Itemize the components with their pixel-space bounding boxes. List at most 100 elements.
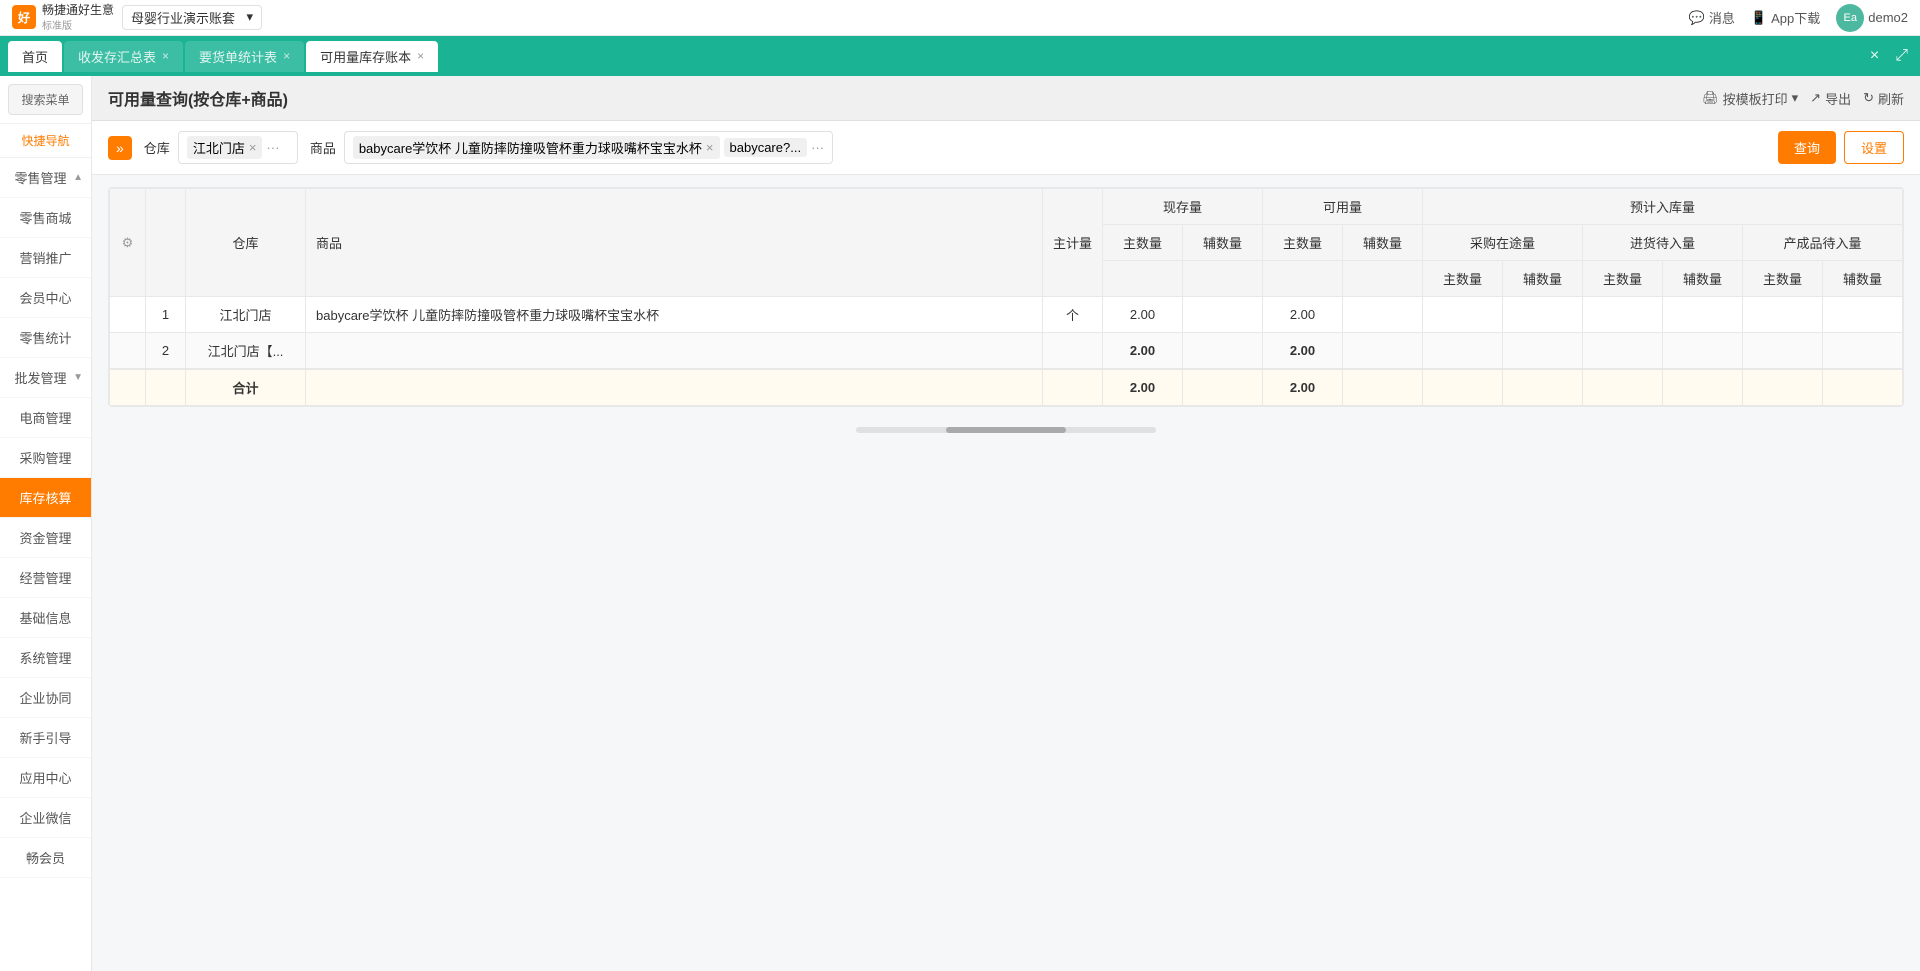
sidebar-label-operations: 经营管理 [8, 568, 83, 587]
sidebar-item-wholesale[interactable]: 批发管理 ▼ [0, 358, 91, 398]
tab-available-inventory[interactable]: 可用量库存账本 × [306, 41, 438, 72]
user-profile[interactable]: Ea demo2 [1836, 4, 1908, 32]
sidebar-item-ecommerce[interactable]: 电商管理 [0, 398, 91, 438]
product-tag-extra: babycare?... [724, 138, 808, 157]
row1-product-main [1743, 297, 1823, 333]
table-row: 2 江北门店【... 2.00 2.00 [110, 333, 1903, 370]
sidebar-item-new-guide[interactable]: 新手引导 [0, 718, 91, 758]
row1-avail-aux [1343, 297, 1423, 333]
sidebar-item-finance[interactable]: 资金管理 [0, 518, 91, 558]
row2-inbound-main [1583, 333, 1663, 370]
print-label: 按模板打印 [1723, 89, 1788, 108]
th-product-group: 产成品待入量 [1743, 225, 1903, 261]
sidebar-item-system[interactable]: 系统管理 [0, 638, 91, 678]
th-avail-aux2 [1343, 261, 1423, 297]
settings-gear-icon[interactable]: ⚙ [122, 235, 134, 250]
tab-available-close[interactable]: × [417, 50, 424, 62]
warehouse-input[interactable]: 江北门店 × ··· [178, 131, 298, 164]
tab-requisition-close[interactable]: × [283, 50, 290, 62]
row1-gear [110, 297, 146, 333]
top-bar: 好 畅捷通好生意 标准版 母婴行业演示账套 ▾ 💬 消息 📱 App下载 Ea … [0, 0, 1920, 36]
row2-stock-main: 2.00 [1103, 333, 1183, 370]
tab-home[interactable]: 首页 [8, 41, 62, 72]
scrollbar-thumb[interactable] [946, 427, 1066, 433]
sidebar: 搜索菜单 快捷导航 零售管理 ▲ 零售商城 营销推广 会员中心 零售统计 批发管… [0, 76, 92, 971]
horizontal-scrollbar[interactable] [856, 427, 1156, 433]
sidebar-label-retail-mgmt: 零售管理 [8, 168, 73, 187]
download-label: App下载 [1771, 8, 1820, 27]
sidebar-item-member-vip[interactable]: 畅会员 [0, 838, 91, 878]
warehouse-more-icon[interactable]: ··· [266, 140, 279, 155]
message-button[interactable]: 💬 消息 [1689, 8, 1735, 27]
row2-product-aux [1823, 333, 1903, 370]
sidebar-item-member[interactable]: 会员中心 [0, 278, 91, 318]
tab-close-all-button[interactable]: × [1866, 43, 1883, 69]
product-filter-group: 商品 babycare学饮杯 儿童防摔防撞吸管杯重力球吸嘴杯宝宝水杯 × bab… [310, 131, 833, 164]
th-stock-main: 主数量 [1103, 225, 1183, 261]
sidebar-item-enterprise-collab[interactable]: 企业协同 [0, 678, 91, 718]
sidebar-item-retail-stats[interactable]: 零售统计 [0, 318, 91, 358]
row2-purchase-aux [1503, 333, 1583, 370]
tab-requisition-label: 要货单统计表 [199, 47, 277, 66]
tab-maximize-button[interactable]: ⤢ [1891, 43, 1912, 69]
footer-purchase-aux [1503, 369, 1583, 406]
printer-icon: 🖨 [1702, 90, 1719, 106]
tab-bar: 首页 收发存汇总表 × 要货单统计表 × 可用量库存账本 × × ⤢ [0, 36, 1920, 76]
product-tag-close[interactable]: × [706, 140, 714, 155]
sidebar-item-operations[interactable]: 经营管理 [0, 558, 91, 598]
row2-warehouse: 江北门店【... [186, 333, 306, 370]
chevron-down-icon: ▾ [246, 9, 253, 25]
search-menu-button[interactable]: 搜索菜单 [8, 84, 83, 115]
row2-avail-main: 2.00 [1263, 333, 1343, 370]
warehouse-tag-close[interactable]: × [249, 140, 257, 155]
message-label: 消息 [1709, 8, 1735, 27]
th-inbound-group: 进货待入量 [1583, 225, 1743, 261]
sidebar-label-inventory: 库存核算 [8, 488, 83, 507]
filter-bar: » 仓库 江北门店 × ··· 商品 babycare学饮杯 儿童防摔防撞吸管杯… [92, 121, 1920, 175]
product-tag-extra-value: babycare?... [730, 140, 802, 155]
sidebar-item-retail-mgmt[interactable]: 零售管理 ▲ [0, 158, 91, 198]
sidebar-label-enterprise-wechat: 企业微信 [8, 808, 83, 827]
sidebar-item-enterprise-wechat[interactable]: 企业微信 [0, 798, 91, 838]
filter-toggle-button[interactable]: » [108, 136, 132, 160]
app-download-button[interactable]: 📱 App下载 [1751, 8, 1820, 27]
row2-unit [1043, 333, 1103, 370]
row1-unit: 个 [1043, 297, 1103, 333]
export-button[interactable]: ↗ 导出 [1810, 89, 1851, 108]
tab-receipt-label: 收发存汇总表 [78, 47, 156, 66]
refresh-button[interactable]: ↻ 刷新 [1863, 89, 1904, 108]
sidebar-item-inventory[interactable]: 库存核算 [0, 478, 91, 518]
tab-receipt-summary[interactable]: 收发存汇总表 × [64, 41, 183, 72]
username-label: demo2 [1868, 10, 1908, 25]
product-input[interactable]: babycare学饮杯 儿童防摔防撞吸管杯重力球吸嘴杯宝宝水杯 × babyca… [344, 131, 833, 164]
print-button[interactable]: 🖨 按模板打印 ▾ [1702, 89, 1798, 108]
sidebar-label-enterprise-collab: 企业协同 [8, 688, 83, 707]
th-stock-aux2 [1183, 261, 1263, 297]
footer-product-aux [1823, 369, 1903, 406]
sidebar-label-member: 会员中心 [8, 288, 83, 307]
warehouse-tag-value: 江北门店 [193, 138, 245, 157]
quick-nav-button[interactable]: 快捷导航 [0, 124, 91, 158]
industry-selector[interactable]: 母婴行业演示账套 ▾ [122, 5, 262, 30]
sidebar-item-app-center[interactable]: 应用中心 [0, 758, 91, 798]
row1-product: babycare学饮杯 儿童防摔防撞吸管杯重力球吸嘴杯宝宝水杯 [306, 297, 1043, 333]
tab-receipt-close[interactable]: × [162, 50, 169, 62]
sidebar-item-purchase[interactable]: 采购管理 [0, 438, 91, 478]
logo-sub-text: 标准版 [42, 17, 114, 32]
tab-requisition-stats[interactable]: 要货单统计表 × [185, 41, 304, 72]
sidebar-label-finance: 资金管理 [8, 528, 83, 547]
th-gear: ⚙ [110, 189, 146, 297]
query-button[interactable]: 查询 [1778, 131, 1836, 164]
sidebar-item-retail-mall[interactable]: 零售商城 [0, 198, 91, 238]
th-avail-aux: 辅数量 [1343, 225, 1423, 261]
sidebar-item-basic-info[interactable]: 基础信息 [0, 598, 91, 638]
product-more-icon[interactable]: ··· [811, 140, 824, 155]
chevron-icon-wholesale: ▼ [73, 372, 83, 383]
sidebar-item-marketing[interactable]: 营销推广 [0, 238, 91, 278]
message-icon: 💬 [1689, 10, 1705, 26]
row2-product-main [1743, 333, 1823, 370]
warehouse-tag: 江北门店 × [187, 136, 263, 159]
settings-button[interactable]: 设置 [1844, 131, 1904, 164]
row2-seq: 2 [146, 333, 186, 370]
logo-icon: 好 [12, 5, 36, 29]
